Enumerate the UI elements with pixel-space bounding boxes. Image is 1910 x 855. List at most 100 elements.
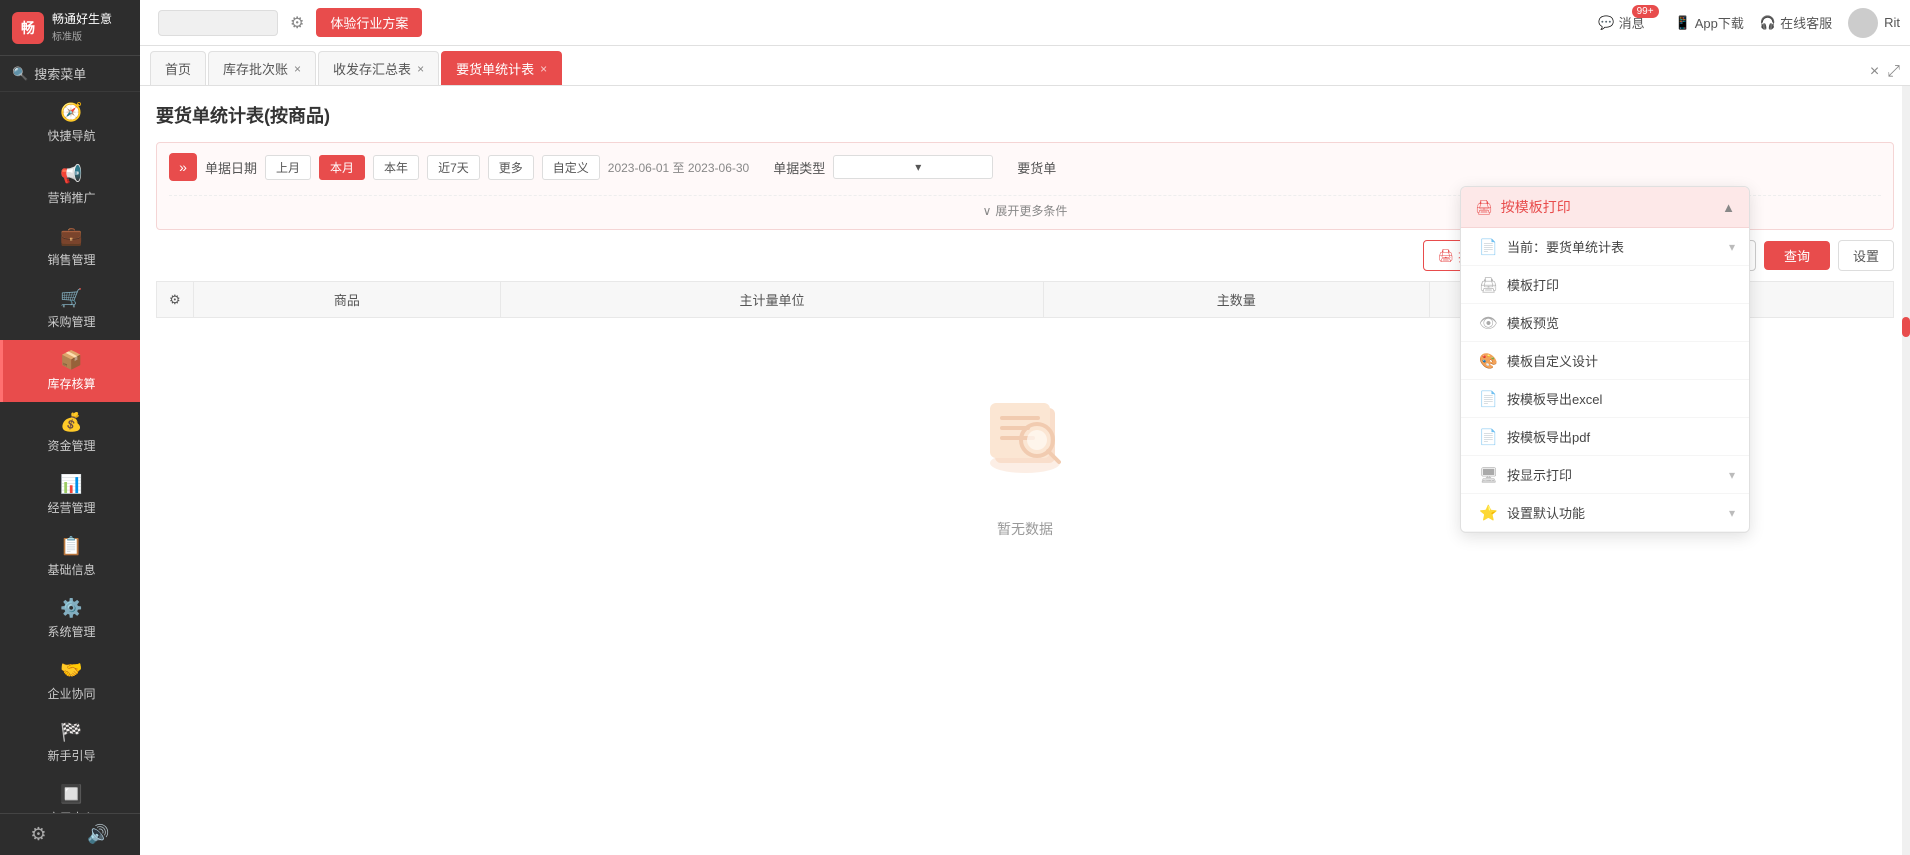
quick-nav-icon: 🧭 bbox=[60, 102, 82, 123]
date-filter-label: 单据日期 bbox=[205, 158, 257, 177]
expand-more-button[interactable]: ∨ 展开更多条件 bbox=[983, 202, 1068, 219]
sidebar: 畅 畅通好生意 标准版 🔍 搜索菜单 🧭 快捷导航 📢 营销推广 💼 销售管理 … bbox=[0, 0, 140, 855]
dropdown-item-template-print[interactable]: 🖨 模板打印 bbox=[1461, 266, 1749, 304]
topbar-right: 💬 消息 99+ 📱 App下载 🎧 在线客服 Rit bbox=[1598, 8, 1900, 38]
appstore-icon: 🔲 bbox=[60, 784, 82, 805]
set-default-icon: ⭐ bbox=[1479, 504, 1497, 522]
template-preview-icon: 👁 bbox=[1479, 314, 1497, 332]
tab-receipt-summary[interactable]: 收发存汇总表 × bbox=[318, 51, 439, 85]
topbar: ⚙ 体验行业方案 💬 消息 99+ 📱 App下载 🎧 在线客服 Rit bbox=[140, 0, 1910, 46]
print-dropdown-panel: 🖨 按模板打印 ▲ 📄 当前：要货单统计表 ▾ 🖨 模板打印 bbox=[1460, 186, 1750, 533]
date-more-button[interactable]: 更多 bbox=[488, 155, 534, 180]
topbar-search-input[interactable] bbox=[158, 10, 278, 36]
sidebar-item-quick-nav[interactable]: 🧭 快捷导航 bbox=[0, 92, 140, 154]
date-this-month-button[interactable]: 本月 bbox=[319, 155, 365, 180]
tab-home[interactable]: 首页 bbox=[150, 51, 206, 85]
sidebar-item-system[interactable]: ⚙️ 系统管理 bbox=[0, 588, 140, 650]
message-button[interactable]: 💬 消息 99+ bbox=[1598, 13, 1644, 32]
dropdown-set-default[interactable]: ⭐ 设置默认功能 ▾ bbox=[1461, 494, 1749, 532]
settings-bottom-icon[interactable]: ⚙ bbox=[30, 824, 46, 845]
app-download-button[interactable]: 📱 App下载 bbox=[1675, 13, 1744, 32]
sidebar-item-label: 新手引导 bbox=[47, 747, 95, 764]
trial-industry-button[interactable]: 体验行业方案 bbox=[316, 8, 422, 37]
message-icon: 💬 bbox=[1598, 15, 1614, 31]
dropdown-item-template-preview[interactable]: 👁 模板预览 bbox=[1461, 304, 1749, 342]
tab-order-stats-label: 要货单统计表 bbox=[456, 59, 534, 78]
scrollbar-thumb[interactable] bbox=[1902, 317, 1910, 337]
sidebar-item-operation[interactable]: 📊 经营管理 bbox=[0, 464, 140, 526]
display-print-chevron: ▾ bbox=[1729, 468, 1735, 482]
date-this-year-button[interactable]: 本年 bbox=[373, 155, 419, 180]
app-download-label: App下载 bbox=[1695, 13, 1744, 32]
type-filter-label: 单据类型 bbox=[773, 158, 825, 177]
finance-icon: 💰 bbox=[60, 412, 82, 433]
tab-receipt-summary-close[interactable]: × bbox=[417, 62, 424, 76]
basic-icon: 📋 bbox=[60, 536, 82, 557]
scrollbar-track[interactable] bbox=[1902, 86, 1910, 855]
sidebar-item-finance[interactable]: 💰 资金管理 bbox=[0, 402, 140, 464]
sidebar-item-label: 采购管理 bbox=[47, 313, 95, 330]
tab-order-stats[interactable]: 要货单统计表 × bbox=[441, 51, 562, 85]
sidebar-item-purchase[interactable]: 🛒 采购管理 bbox=[0, 278, 140, 340]
display-print-icon: 🖥 bbox=[1479, 466, 1497, 484]
set-default-chevron: ▾ bbox=[1729, 506, 1735, 520]
logo-icon: 畅 bbox=[12, 12, 44, 44]
search-menu[interactable]: 🔍 搜索菜单 bbox=[0, 56, 140, 92]
user-name: Rit bbox=[1884, 15, 1900, 30]
app-logo: 畅 畅通好生意 标准版 bbox=[0, 0, 140, 56]
tab-order-stats-close[interactable]: × bbox=[540, 62, 547, 76]
table-col-product: 商品 bbox=[193, 282, 501, 318]
tab-inventory-batch-close[interactable]: × bbox=[294, 62, 301, 76]
sound-icon[interactable]: 🔊 bbox=[87, 824, 109, 845]
filter-expand-button[interactable]: » bbox=[169, 153, 197, 181]
inventory-icon: 📦 bbox=[60, 350, 82, 371]
sidebar-item-label: 快捷导航 bbox=[47, 127, 95, 144]
date-last-7days-button[interactable]: 近7天 bbox=[427, 155, 480, 180]
tab-inventory-batch-label: 库存批次账 bbox=[223, 59, 288, 78]
dropdown-title-icon: 🖨 bbox=[1475, 199, 1493, 216]
settings-button[interactable]: 设置 bbox=[1838, 240, 1894, 271]
print-icon: 🖨 bbox=[1438, 248, 1455, 264]
sidebar-item-label: 基础信息 bbox=[47, 561, 95, 578]
dropdown-item-export-pdf[interactable]: 📄 按模板导出pdf bbox=[1461, 418, 1749, 456]
tabbar-close-icon[interactable]: × bbox=[1870, 63, 1879, 81]
online-service-button[interactable]: 🎧 在线客服 bbox=[1760, 13, 1832, 32]
tab-inventory-batch[interactable]: 库存批次账 × bbox=[208, 51, 316, 85]
guide-icon: 🏁 bbox=[60, 722, 82, 743]
query-button[interactable]: 查询 bbox=[1764, 241, 1830, 270]
tabbar-expand-icon[interactable]: ⤢ bbox=[1887, 63, 1900, 81]
page-title: 要货单统计表(按商品) bbox=[156, 102, 1894, 128]
type-select[interactable]: ▾ bbox=[833, 155, 993, 179]
table-settings-icon: ⚙ bbox=[169, 292, 181, 307]
sidebar-item-marketing[interactable]: 📢 营销推广 bbox=[0, 154, 140, 216]
dropdown-current-template[interactable]: 📄 当前：要货单统计表 ▾ bbox=[1461, 228, 1749, 266]
sidebar-item-collab[interactable]: 🤝 企业协同 bbox=[0, 650, 140, 712]
sidebar-nav: 🧭 快捷导航 📢 营销推广 💼 销售管理 🛒 采购管理 📦 库存核算 💰 资金管… bbox=[0, 92, 140, 813]
display-print-left: 🖥 按显示打印 bbox=[1479, 465, 1572, 484]
user-avatar[interactable]: Rit bbox=[1848, 8, 1900, 38]
purchase-icon: 🛒 bbox=[60, 288, 82, 309]
date-custom-button[interactable]: 自定义 bbox=[542, 155, 600, 180]
logo-tag: 标准版 bbox=[52, 28, 112, 43]
date-range-label: 2023-06-01 至 2023-06-30 bbox=[608, 159, 749, 176]
sidebar-item-inventory[interactable]: 📦 库存核算 bbox=[0, 340, 140, 402]
dropdown-item-template-design[interactable]: 🎨 模板自定义设计 bbox=[1461, 342, 1749, 380]
export-pdf-label: 按模板导出pdf bbox=[1507, 427, 1590, 446]
table-col-settings[interactable]: ⚙ bbox=[157, 282, 194, 318]
dropdown-header: 🖨 按模板打印 ▲ bbox=[1461, 187, 1749, 228]
topbar-gear-icon[interactable]: ⚙ bbox=[286, 13, 308, 33]
marketing-icon: 📢 bbox=[60, 164, 82, 185]
order-type-label: 要货单 bbox=[1017, 158, 1056, 177]
sidebar-item-appstore[interactable]: 🔲 应用中心 bbox=[0, 774, 140, 813]
date-last-month-button[interactable]: 上月 bbox=[265, 155, 311, 180]
template-print-label: 模板打印 bbox=[1507, 275, 1559, 294]
dropdown-item-export-excel[interactable]: 📄 按模板导出excel bbox=[1461, 380, 1749, 418]
sidebar-item-sales[interactable]: 💼 销售管理 bbox=[0, 216, 140, 278]
sidebar-item-label: 销售管理 bbox=[47, 251, 95, 268]
export-pdf-icon: 📄 bbox=[1479, 428, 1497, 446]
sidebar-item-guide[interactable]: 🏁 新手引导 bbox=[0, 712, 140, 774]
sidebar-item-basic[interactable]: 📋 基础信息 bbox=[0, 526, 140, 588]
dropdown-up-icon[interactable]: ▲ bbox=[1722, 200, 1735, 215]
operation-icon: 📊 bbox=[60, 474, 82, 495]
dropdown-display-print[interactable]: 🖥 按显示打印 ▾ bbox=[1461, 456, 1749, 494]
